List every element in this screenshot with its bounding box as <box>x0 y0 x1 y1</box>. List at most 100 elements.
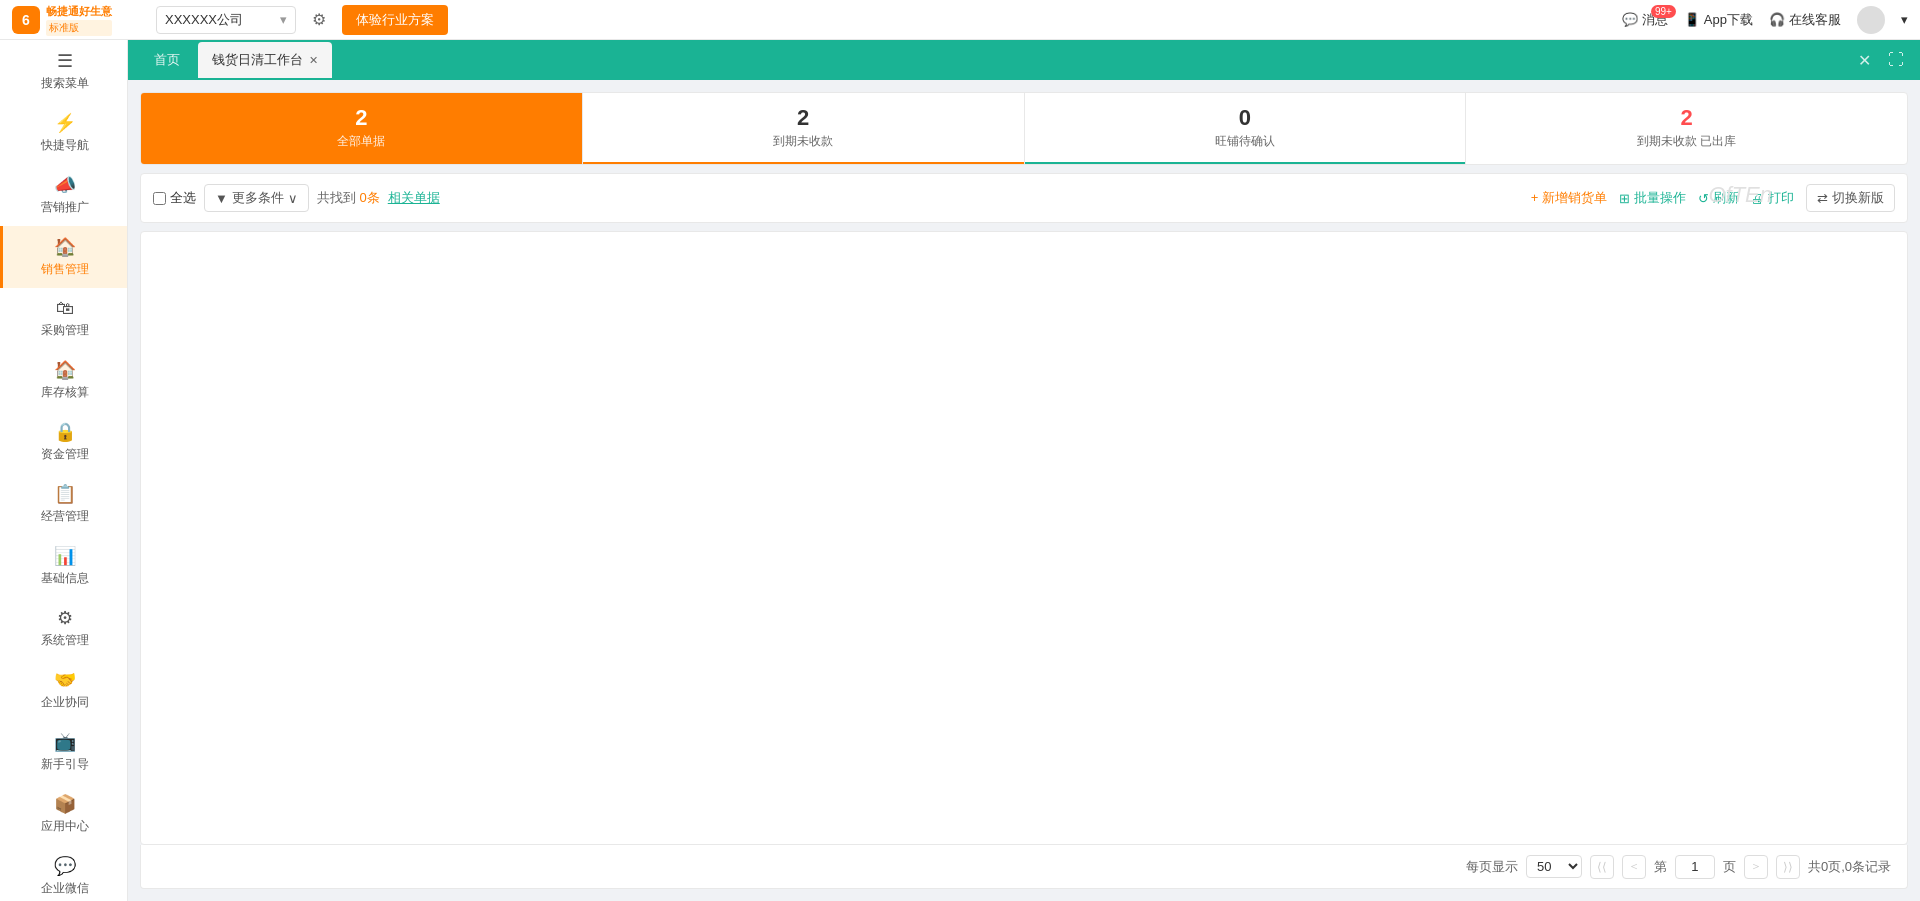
sidebar-item-quick-nav[interactable]: ⚡ 快捷导航 <box>0 102 127 164</box>
logo-text: 畅捷通好生意 标准版 <box>46 4 112 36</box>
card-overdue-unshipped-number: 2 <box>1482 107 1891 129</box>
top-bar: 6 畅捷通好生意 标准版 XXXXXX公司 ▾ ⚙ 体验行业方案 💬 消息 99… <box>0 0 1920 40</box>
sidebar-item-label: 快捷导航 <box>41 137 89 154</box>
card-overdue-unshipped-underline <box>1466 162 1907 164</box>
sidebar-item-basic-info[interactable]: 📊 基础信息 <box>0 535 127 597</box>
sidebar-item-label: 系统管理 <box>41 632 89 649</box>
sidebar-item-app-center[interactable]: 📦 应用中心 <box>0 783 127 845</box>
purchase-icon: 🛍 <box>56 298 74 319</box>
switch-version-button[interactable]: ⇄ 切换新版 <box>1806 184 1895 212</box>
system-icon: ⚙ <box>57 607 73 629</box>
operations-icon: 📋 <box>54 483 76 505</box>
found-count: 0条 <box>360 190 380 205</box>
tab-home[interactable]: 首页 <box>140 42 194 78</box>
finance-icon: 🔒 <box>54 421 76 443</box>
add-sales-order-button[interactable]: + 新增销货单 <box>1531 189 1607 207</box>
sidebar-item-purchase[interactable]: 🛍 采购管理 <box>0 288 127 349</box>
related-link[interactable]: 相关单据 <box>388 189 440 207</box>
guide-icon: 📺 <box>54 731 76 753</box>
online-service-button[interactable]: 🎧 在线客服 <box>1769 11 1841 29</box>
close-tab-button[interactable]: ✕ <box>1852 48 1876 72</box>
page-size-select[interactable]: 50 20 100 <box>1526 855 1582 878</box>
total-info: 共0页,0条记录 <box>1808 858 1891 876</box>
download-icon: 📱 <box>1684 12 1700 27</box>
filter-dropdown-icon: ∨ <box>288 191 298 206</box>
app-center-icon: 📦 <box>54 793 76 815</box>
page-label-suffix: 页 <box>1723 858 1736 876</box>
chevron-down-icon: ▾ <box>280 12 287 27</box>
online-service-label: 在线客服 <box>1789 11 1841 29</box>
switch-icon: ⇄ <box>1817 191 1828 206</box>
quick-nav-icon: ⚡ <box>54 112 76 134</box>
tab-bar-right: ✕ ⛶ <box>1852 48 1908 72</box>
app-download-button[interactable]: 📱 App下载 <box>1684 11 1753 29</box>
card-all-underline <box>141 162 582 164</box>
top-right-area: 💬 消息 99+ 📱 App下载 🎧 在线客服 ▾ <box>1622 6 1908 34</box>
sidebar-item-search-menu[interactable]: ☰ 搜索菜单 <box>0 40 127 102</box>
sidebar-item-label: 新手引导 <box>41 756 89 773</box>
filter-icon: ▼ <box>215 191 228 206</box>
page-label-prefix: 第 <box>1654 858 1667 876</box>
refresh-button[interactable]: ↺ 刷新 <box>1698 189 1739 207</box>
card-wangpu-pending-label: 旺铺待确认 <box>1041 133 1450 150</box>
card-overdue-unpaid-number: 2 <box>599 107 1008 129</box>
summary-cards: 2 全部单据 2 到期未收款 0 旺铺待确认 2 到期未收款 已出库 <box>140 92 1908 165</box>
page-number-input[interactable] <box>1675 855 1715 879</box>
card-overdue-unshipped-label: 到期未收款 已出库 <box>1482 133 1891 150</box>
page-size-label: 每页显示 <box>1466 858 1518 876</box>
company-selector[interactable]: XXXXXX公司 ▾ <box>156 6 296 34</box>
enterprise-icon: 🤝 <box>54 669 76 691</box>
bell-icon: 💬 <box>1622 12 1638 27</box>
card-wangpu-pending-underline <box>1025 162 1466 164</box>
filter-button[interactable]: ▼ 更多条件 ∨ <box>204 184 309 212</box>
sidebar-item-system[interactable]: ⚙ 系统管理 <box>0 597 127 659</box>
print-label: 打印 <box>1768 189 1794 207</box>
sidebar-item-operations[interactable]: 📋 经营管理 <box>0 473 127 535</box>
batch-operation-button[interactable]: ⊞ 批量操作 <box>1619 189 1686 207</box>
sidebar-item-inventory[interactable]: 🏠 库存核算 <box>0 349 127 411</box>
last-page-button[interactable]: ⟩⟩ <box>1776 855 1800 879</box>
search-menu-icon: ☰ <box>57 50 73 72</box>
card-overdue-unshipped[interactable]: 2 到期未收款 已出库 <box>1466 93 1907 164</box>
tab-close-icon[interactable]: ✕ <box>309 54 318 67</box>
print-button[interactable]: 🖨 打印 <box>1751 189 1794 207</box>
sidebar-item-label: 库存核算 <box>41 384 89 401</box>
pagination: 每页显示 50 20 100 ⟨⟨ ＜ 第 页 ＞ ⟩⟩ 共0页,0条记录 <box>140 845 1908 889</box>
notification-button[interactable]: 💬 消息 99+ <box>1622 11 1668 29</box>
marketing-icon: 📣 <box>54 174 76 196</box>
first-page-button[interactable]: ⟨⟨ <box>1590 855 1614 879</box>
inventory-icon: 🏠 <box>54 359 76 381</box>
tab-workbench[interactable]: 钱货日清工作台 ✕ <box>198 42 332 78</box>
found-text: 共找到 0条 <box>317 189 380 207</box>
card-wangpu-pending-number: 0 <box>1041 107 1450 129</box>
sidebar-item-sales[interactable]: 🏠 销售管理 <box>0 226 127 288</box>
select-all-input[interactable] <box>153 192 166 205</box>
sidebar-item-guide[interactable]: 📺 新手引导 <box>0 721 127 783</box>
main-layout: ☰ 搜索菜单 ⚡ 快捷导航 📣 营销推广 🏠 销售管理 🛍 采购管理 🏠 库存核… <box>0 40 1920 901</box>
experience-button[interactable]: 体验行业方案 <box>342 5 448 35</box>
prev-page-button[interactable]: ＜ <box>1622 855 1646 879</box>
sidebar-item-enterprise[interactable]: 🤝 企业协同 <box>0 659 127 721</box>
sidebar-item-marketing[interactable]: 📣 营销推广 <box>0 164 127 226</box>
next-page-button[interactable]: ＞ <box>1744 855 1768 879</box>
print-icon: 🖨 <box>1751 191 1764 206</box>
select-all-checkbox[interactable]: 全选 <box>153 189 196 207</box>
sidebar-item-wechat[interactable]: 💬 企业微信 <box>0 845 127 901</box>
switch-label: 切换新版 <box>1832 189 1884 207</box>
user-name[interactable]: ▾ <box>1901 12 1908 27</box>
tab-workbench-label: 钱货日清工作台 <box>212 51 303 69</box>
card-wangpu-pending[interactable]: 0 旺铺待确认 <box>1025 93 1467 164</box>
sidebar-item-label: 企业协同 <box>41 694 89 711</box>
card-all[interactable]: 2 全部单据 <box>141 93 583 164</box>
sidebar-item-label: 企业微信 <box>41 880 89 897</box>
settings-icon[interactable]: ⚙ <box>304 5 334 35</box>
sidebar-item-label: 经营管理 <box>41 508 89 525</box>
batch-label: 批量操作 <box>1634 189 1686 207</box>
maximize-tab-button[interactable]: ⛶ <box>1884 48 1908 72</box>
card-overdue-unpaid[interactable]: 2 到期未收款 <box>583 93 1025 164</box>
avatar[interactable] <box>1857 6 1885 34</box>
sidebar-item-finance[interactable]: 🔒 资金管理 <box>0 411 127 473</box>
tab-bar: 首页 钱货日清工作台 ✕ ✕ ⛶ <box>128 40 1920 80</box>
card-all-number: 2 <box>157 107 566 129</box>
app-download-label: App下载 <box>1704 11 1753 29</box>
